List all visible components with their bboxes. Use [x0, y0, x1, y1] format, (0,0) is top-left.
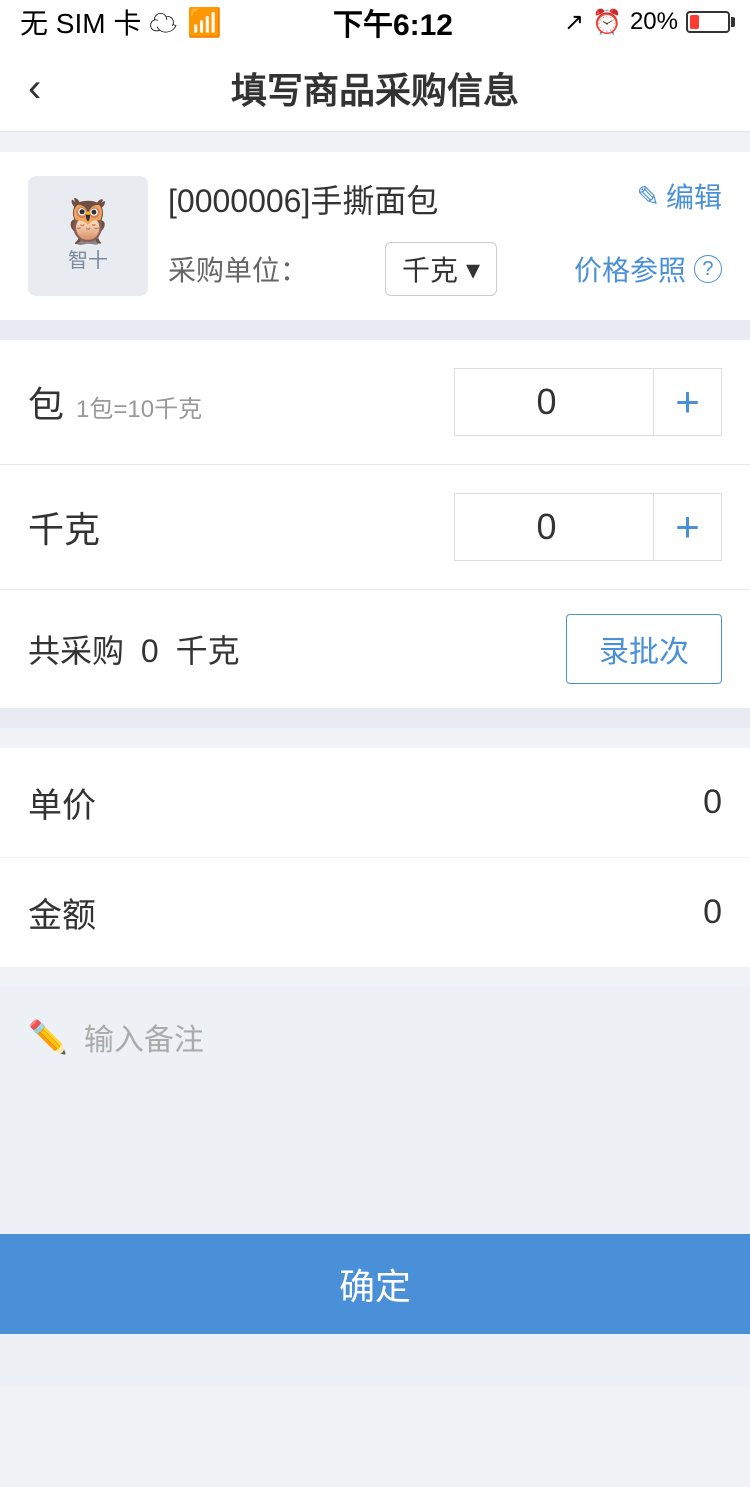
unit-label: 采购单位：	[168, 249, 308, 289]
location-icon: ↗	[564, 8, 584, 37]
total-text: 共采购 0 千克	[28, 626, 240, 672]
qty-input-group-bag: +	[454, 368, 722, 436]
info-icon: ?	[694, 255, 722, 283]
price-label: 单价	[28, 778, 96, 827]
battery-icon	[686, 11, 730, 33]
page-title: 填写商品采购信息	[231, 62, 519, 114]
battery-percent: 20%	[630, 8, 678, 36]
product-card: 🦉 智十 [0000006]手撕面包 ✎ 编辑 采购单位： 千克 ▾ 价格参照 …	[0, 152, 750, 320]
product-name: [0000006]手撕面包	[168, 176, 637, 222]
amount-row: 金额 0	[0, 858, 750, 967]
price-reference-button[interactable]: 价格参照 ?	[574, 249, 722, 289]
qty-input-group-kg: +	[454, 493, 722, 561]
product-info: [0000006]手撕面包 ✎ 编辑 采购单位： 千克 ▾ 价格参照 ?	[168, 176, 722, 296]
unit-row: 采购单位： 千克 ▾ 价格参照 ?	[168, 242, 722, 296]
status-time: 下午6:12	[333, 0, 453, 44]
sim-status: 无 SIM 卡 ☁	[20, 2, 177, 42]
amount-value: 0	[703, 893, 722, 932]
remark-section[interactable]: ✏️ 输入备注	[0, 987, 750, 1087]
record-batch-button[interactable]: 录批次	[566, 614, 722, 684]
unit-value: 千克	[402, 249, 458, 289]
remark-placeholder: 输入备注	[84, 1015, 204, 1059]
price-ref-label: 价格参照	[574, 249, 686, 289]
quantity-row-bag: 包 1包=10千克 +	[0, 340, 750, 465]
qty-plus-bag[interactable]: +	[654, 368, 722, 436]
section-divider-2	[0, 708, 750, 728]
status-bar-left: 无 SIM 卡 ☁ 📶	[20, 2, 222, 42]
confirm-button[interactable]: 确定	[339, 1258, 411, 1310]
unit-select[interactable]: 千克 ▾	[385, 242, 497, 296]
qty-label-kg: 千克	[28, 501, 100, 553]
product-owl-icon: 🦉	[61, 200, 116, 244]
qty-label-bag: 包	[28, 376, 64, 428]
status-bar-right: ↗ ⏰ 20%	[564, 8, 730, 37]
quantity-section: 包 1包=10千克 + 千克 +	[0, 340, 750, 590]
nav-bar: ‹ 填写商品采购信息	[0, 44, 750, 132]
price-value: 0	[703, 783, 722, 822]
total-amount: 0	[141, 633, 159, 669]
qty-sub-label-bag: 1包=10千克	[76, 389, 202, 424]
qty-plus-kg[interactable]: +	[654, 493, 722, 561]
total-row: 共采购 0 千克 录批次	[0, 590, 750, 708]
status-bar: 无 SIM 卡 ☁ 📶 下午6:12 ↗ ⏰ 20%	[0, 0, 750, 44]
total-unit: 千克	[176, 633, 240, 669]
chevron-down-icon: ▾	[466, 253, 480, 286]
wifi-icon: 📶	[187, 6, 222, 39]
amount-label: 金额	[28, 888, 96, 937]
confirm-bar[interactable]: 确定	[0, 1234, 750, 1334]
edit-label: 编辑	[666, 176, 722, 216]
product-thumb-text: 智十	[68, 244, 108, 273]
price-row: 单价 0	[0, 748, 750, 858]
qty-label-group-kg: 千克	[28, 501, 454, 553]
product-name-row: [0000006]手撕面包 ✎ 编辑	[168, 176, 722, 222]
product-thumbnail: 🦉 智十	[28, 176, 148, 296]
qty-label-group-bag: 包 1包=10千克	[28, 376, 454, 428]
pencil-icon: ✏️	[28, 1018, 68, 1056]
quantity-row-kg: 千克 +	[0, 465, 750, 590]
back-button[interactable]: ‹	[28, 68, 41, 108]
alarm-icon: ⏰	[592, 8, 622, 37]
edit-icon: ✎	[637, 180, 660, 213]
edit-button[interactable]: ✎ 编辑	[637, 176, 722, 216]
total-prefix: 共采购	[28, 633, 124, 669]
qty-input-kg[interactable]	[454, 493, 654, 561]
section-divider-1	[0, 320, 750, 340]
qty-input-bag[interactable]	[454, 368, 654, 436]
price-info-section: 单价 0 金额 0	[0, 748, 750, 967]
